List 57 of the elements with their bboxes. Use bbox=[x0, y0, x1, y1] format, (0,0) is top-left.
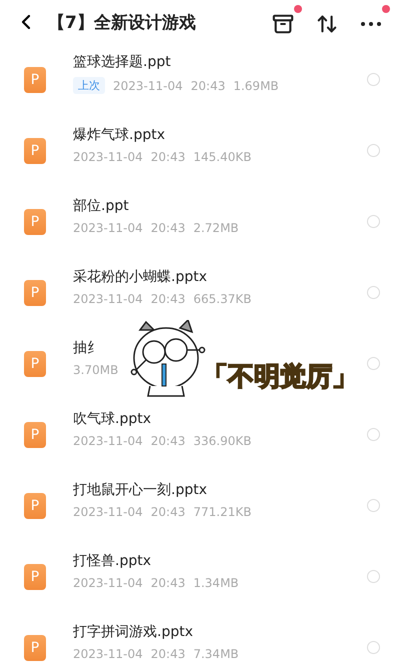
file-icon: P bbox=[24, 138, 46, 164]
file-size: 665.37KB bbox=[193, 292, 252, 306]
file-time: 20:43 bbox=[150, 150, 186, 164]
file-time: 20:43 bbox=[150, 504, 186, 518]
select-radio[interactable] bbox=[367, 570, 380, 583]
file-size: 7.34MB bbox=[193, 646, 239, 660]
file-size: 2.72MB bbox=[193, 220, 239, 234]
file-date: 2023-11-04 bbox=[113, 78, 183, 92]
select-radio[interactable] bbox=[367, 144, 380, 157]
file-icon: P bbox=[24, 66, 46, 92]
select-radio[interactable] bbox=[367, 641, 380, 654]
file-date: 2023-11-04 bbox=[73, 292, 143, 306]
file-icon: P bbox=[24, 350, 46, 376]
more-icon bbox=[361, 22, 381, 26]
folder-title: 【7】全新设计游戏 bbox=[48, 12, 197, 34]
select-radio[interactable] bbox=[367, 73, 380, 86]
select-radio[interactable] bbox=[367, 357, 380, 370]
file-name[interactable]: 抽纟 bbox=[73, 338, 367, 356]
archive-icon bbox=[272, 13, 294, 35]
file-icon: P bbox=[24, 280, 46, 306]
file-icon: P bbox=[24, 564, 46, 590]
file-time: 20:43 bbox=[150, 292, 186, 306]
select-radio[interactable] bbox=[367, 428, 380, 441]
recent-tag: 上次 bbox=[73, 77, 105, 94]
file-size: 1.69MB bbox=[233, 78, 279, 92]
select-radio[interactable] bbox=[367, 499, 380, 512]
file-date: 2023-11-04 bbox=[73, 220, 143, 234]
select-radio[interactable] bbox=[367, 215, 380, 228]
file-name[interactable]: 打地鼠开心一刻.pptx bbox=[73, 480, 367, 498]
file-name[interactable]: 打怪兽.pptx bbox=[73, 552, 367, 570]
file-name[interactable]: 爆炸气球.pptx bbox=[73, 126, 367, 144]
file-size: 145.40KB bbox=[193, 150, 252, 164]
file-icon: P bbox=[24, 422, 46, 448]
file-date: 2023-11-04 bbox=[73, 646, 143, 660]
file-time: 20:43 bbox=[150, 646, 186, 660]
file-name[interactable]: 篮球选择题.ppt bbox=[73, 53, 367, 71]
file-name[interactable]: 打字拼词游戏.pptx bbox=[73, 622, 367, 640]
file-size: 771.21KB bbox=[193, 504, 252, 518]
file-name[interactable]: 采花粉的小蝴蝶.pptx bbox=[73, 268, 367, 286]
file-size: 336.90KB bbox=[193, 434, 252, 448]
file-name[interactable]: 部位.ppt bbox=[73, 196, 367, 214]
sticker-caption: 「不明觉厉」 bbox=[202, 361, 358, 394]
file-date: 2023-11-04 bbox=[73, 504, 143, 518]
file-icon: P bbox=[24, 492, 46, 518]
file-size: 1.34MB bbox=[193, 576, 239, 590]
file-icon: P bbox=[24, 634, 46, 660]
file-date: 2023-11-04 bbox=[73, 576, 143, 590]
file-date: 2023-11-04 bbox=[73, 434, 143, 448]
file-time: 20:43 bbox=[150, 434, 186, 448]
file-time: 20:43 bbox=[150, 576, 186, 590]
file-name[interactable]: 吹气球.pptx bbox=[73, 410, 367, 428]
file-time: 20:43 bbox=[150, 220, 186, 234]
file-date: 2023-11-04 bbox=[73, 150, 143, 164]
file-time: 20:43 bbox=[190, 78, 226, 92]
file-icon: P bbox=[24, 208, 46, 234]
file-size: 3.70MB bbox=[73, 362, 118, 376]
select-radio[interactable] bbox=[367, 286, 380, 299]
